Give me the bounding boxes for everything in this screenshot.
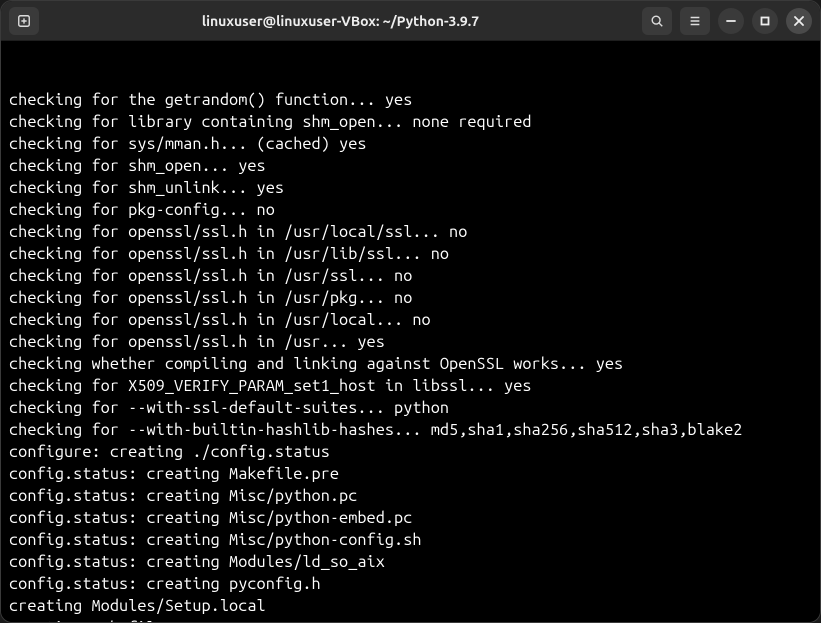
terminal-line: config.status: creating Modules/ld_so_ai…	[9, 551, 812, 573]
new-tab-button[interactable]	[9, 7, 39, 35]
menu-button[interactable]	[680, 7, 710, 35]
terminal-line: config.status: creating Misc/python-embe…	[9, 507, 812, 529]
minimize-icon	[726, 16, 736, 26]
terminal-line: checking for pkg-config... no	[9, 199, 812, 221]
window-title: linuxuser@linuxuser-VBox: ~/Python-3.9.7	[45, 13, 636, 29]
terminal-line: checking for library containing shm_open…	[9, 111, 812, 133]
search-button[interactable]	[642, 7, 672, 35]
terminal-line: checking for openssl/ssl.h in /usr/local…	[9, 309, 812, 331]
terminal-line: checking for shm_open... yes	[9, 155, 812, 177]
terminal-line: checking for X509_VERIFY_PARAM_set1_host…	[9, 375, 812, 397]
terminal-line: config.status: creating Misc/python.pc	[9, 485, 812, 507]
terminal-line: config.status: creating Makefile.pre	[9, 463, 812, 485]
terminal-line: checking for openssl/ssl.h in /usr/lib/s…	[9, 243, 812, 265]
search-icon	[650, 14, 664, 28]
close-button[interactable]	[786, 8, 812, 34]
terminal-line: config.status: creating Misc/python-conf…	[9, 529, 812, 551]
terminal-line: checking whether compiling and linking a…	[9, 353, 812, 375]
terminal-line: checking for shm_unlink... yes	[9, 177, 812, 199]
terminal-line: checking for --with-builtin-hashlib-hash…	[9, 419, 812, 441]
terminal-line: checking for openssl/ssl.h in /usr/local…	[9, 221, 812, 243]
terminal-line: checking for sys/mman.h... (cached) yes	[9, 133, 812, 155]
hamburger-icon	[688, 14, 702, 28]
titlebar: linuxuser@linuxuser-VBox: ~/Python-3.9.7	[1, 1, 820, 41]
terminal-line: creating Modules/Setup.local	[9, 595, 812, 617]
terminal-line: checking for openssl/ssl.h in /usr/pkg..…	[9, 287, 812, 309]
close-icon	[794, 16, 804, 26]
terminal-line: config.status: creating pyconfig.h	[9, 573, 812, 595]
terminal-output: checking for the getrandom() function...…	[9, 89, 812, 622]
maximize-button[interactable]	[752, 8, 778, 34]
terminal-line: configure: creating ./config.status	[9, 441, 812, 463]
terminal-line: creating Makefile	[9, 617, 812, 622]
terminal-line: checking for the getrandom() function...…	[9, 89, 812, 111]
terminal-line: checking for openssl/ssl.h in /usr/ssl..…	[9, 265, 812, 287]
terminal-line: checking for --with-ssl-default-suites..…	[9, 397, 812, 419]
minimize-button[interactable]	[718, 8, 744, 34]
terminal-window: linuxuser@linuxuser-VBox: ~/Python-3.9.7	[0, 0, 821, 623]
maximize-icon	[760, 16, 770, 26]
terminal-line: checking for openssl/ssl.h in /usr... ye…	[9, 331, 812, 353]
terminal-body[interactable]: checking for the getrandom() function...…	[1, 41, 820, 622]
new-tab-icon	[17, 14, 31, 28]
